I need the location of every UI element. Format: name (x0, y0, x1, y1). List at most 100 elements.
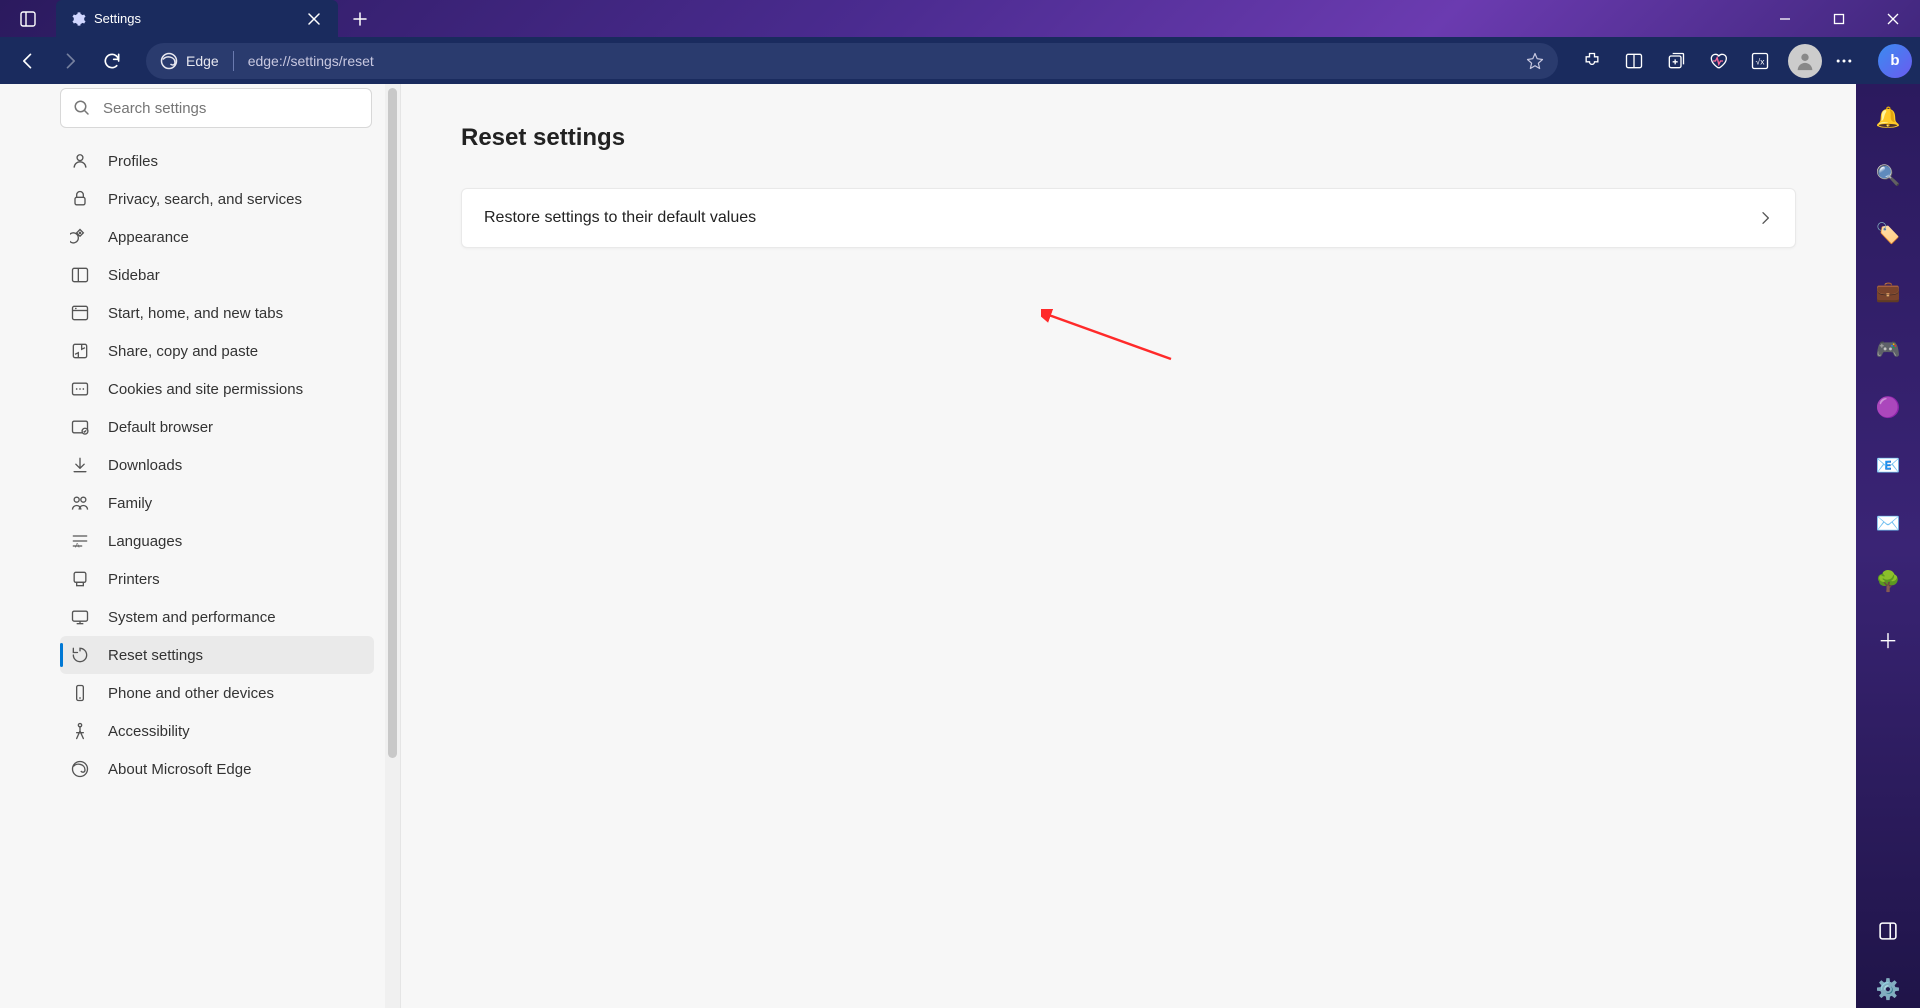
nav-item-label: Cookies and site permissions (108, 381, 303, 398)
settings-search-input[interactable] (103, 100, 359, 117)
sidebar-toggle-icon (1879, 922, 1897, 940)
nav-item-icon (70, 189, 90, 209)
nav-item-icon (70, 303, 90, 323)
annotation-arrow (1041, 309, 1191, 369)
sidebar-e-tree-button[interactable]: 🌳 (1869, 562, 1907, 600)
nav-item-default-browser[interactable]: Default browser (60, 408, 374, 446)
gear-icon: ⚙️ (1876, 977, 1901, 1002)
tab-title: Settings (94, 11, 292, 26)
nav-item-reset-settings[interactable]: Reset settings (60, 636, 374, 674)
person-icon (1794, 50, 1816, 72)
page-heading: Reset settings (461, 124, 1796, 152)
toolbar-right: √x b (1572, 41, 1912, 81)
sidebar-scrollbar-thumb[interactable] (388, 88, 397, 758)
tab-actions-button[interactable] (0, 0, 56, 37)
math-solver-button[interactable]: √x (1740, 41, 1780, 81)
nav-item-label: Appearance (108, 229, 189, 246)
sidebar-search-button[interactable]: 🔍 (1869, 156, 1907, 194)
nav-item-icon (70, 493, 90, 513)
nav-item-printers[interactable]: Printers (60, 560, 374, 598)
plus-icon (353, 12, 367, 26)
edge-logo-icon (160, 52, 178, 70)
refresh-button[interactable] (92, 41, 132, 81)
tag-icon: 🏷️ (1876, 221, 1901, 246)
address-url: edge://settings/reset (248, 53, 374, 69)
extensions-button[interactable] (1572, 41, 1612, 81)
forward-button[interactable] (50, 41, 90, 81)
profile-button[interactable] (1788, 44, 1822, 78)
svg-text:A: A (75, 543, 80, 550)
nav-item-icon (70, 569, 90, 589)
back-button[interactable] (8, 41, 48, 81)
nav-item-start-home-and-new-tabs[interactable]: Start, home, and new tabs (60, 294, 374, 332)
sidebar-scrollbar[interactable] (385, 84, 400, 1008)
nav-item-share-copy-and-paste[interactable]: Share, copy and paste (60, 332, 374, 370)
nav-item-label: Phone and other devices (108, 685, 274, 702)
outlook-icon: 📧 (1876, 453, 1901, 478)
settings-search-box[interactable] (60, 88, 372, 128)
favorite-star-icon[interactable] (1526, 52, 1544, 70)
nav-item-profiles[interactable]: Profiles (60, 142, 374, 180)
nav-item-label: Profiles (108, 153, 158, 170)
nav-item-appearance[interactable]: Appearance (60, 218, 374, 256)
nav-item-icon: A (70, 531, 90, 551)
nav-item-sidebar[interactable]: Sidebar (60, 256, 374, 294)
browser-tab[interactable]: Settings (56, 0, 338, 37)
nav-item-privacy-search-and-services[interactable]: Privacy, search, and services (60, 180, 374, 218)
minimize-button[interactable] (1758, 0, 1812, 37)
nav-item-label: System and performance (108, 609, 276, 626)
copilot-button[interactable]: b (1878, 44, 1912, 78)
nav-item-phone-and-other-devices[interactable]: Phone and other devices (60, 674, 374, 712)
nav-item-languages[interactable]: ALanguages (60, 522, 374, 560)
nav-item-label: Sidebar (108, 267, 160, 284)
nav-item-icon (70, 683, 90, 703)
minimize-icon (1779, 13, 1791, 25)
nav-item-family[interactable]: Family (60, 484, 374, 522)
sidebar-drop-button[interactable]: ✉️ (1869, 504, 1907, 542)
new-tab-button[interactable] (342, 1, 378, 37)
nav-item-icon (70, 455, 90, 475)
sidebar-tools-button[interactable]: 💼 (1869, 272, 1907, 310)
settings-nav: Profiles Privacy, search, and services App… (0, 136, 400, 794)
sidebar-add-button[interactable]: ＋ (1869, 620, 1907, 658)
split-screen-icon (1624, 51, 1644, 71)
nav-item-accessibility[interactable]: Accessibility (60, 712, 374, 750)
nav-item-system-and-performance[interactable]: System and performance (60, 598, 374, 636)
extensions-icon (1582, 51, 1602, 71)
m365-icon: 🟣 (1876, 395, 1901, 420)
collections-button[interactable] (1656, 41, 1696, 81)
nav-item-label: Default browser (108, 419, 213, 436)
sidebar-shopping-button[interactable]: 🏷️ (1869, 214, 1907, 252)
more-horizontal-icon (1834, 51, 1854, 71)
nav-item-icon (70, 721, 90, 741)
close-window-button[interactable] (1866, 0, 1920, 37)
sidebar-settings-button[interactable]: ⚙️ (1869, 970, 1907, 1008)
nav-item-cookies-and-site-permissions[interactable]: Cookies and site permissions (60, 370, 374, 408)
tab-bar: Settings (0, 0, 1920, 37)
nav-item-about-microsoft-edge[interactable]: About Microsoft Edge (60, 750, 374, 788)
sidebar-toggle-button[interactable] (1869, 912, 1907, 950)
browser-essentials-button[interactable] (1698, 41, 1738, 81)
site-identity-chip[interactable]: Edge (160, 52, 219, 70)
maximize-button[interactable] (1812, 0, 1866, 37)
nav-item-label: Privacy, search, and services (108, 191, 302, 208)
forward-arrow-icon (60, 51, 80, 71)
tab-close-button[interactable] (300, 5, 328, 33)
sidebar-m365-button[interactable]: 🟣 (1869, 388, 1907, 426)
address-bar[interactable]: Edge edge://settings/reset (146, 43, 1558, 79)
nav-item-icon (70, 265, 90, 285)
nav-item-icon (70, 759, 90, 779)
tree-icon: 🌳 (1876, 569, 1901, 594)
nav-item-label: Printers (108, 571, 160, 588)
settings-menu-button[interactable] (1824, 41, 1864, 81)
nav-item-downloads[interactable]: Downloads (60, 446, 374, 484)
split-screen-button[interactable] (1614, 41, 1654, 81)
sidebar-outlook-button[interactable]: 📧 (1869, 446, 1907, 484)
sidebar-games-button[interactable]: 🎮 (1869, 330, 1907, 368)
restore-settings-card[interactable]: Restore settings to their default values (461, 188, 1796, 248)
copilot-icon: b (1890, 52, 1899, 69)
sidebar-notifications-button[interactable]: 🔔 (1869, 98, 1907, 136)
refresh-icon (102, 51, 122, 71)
nav-item-icon (70, 341, 90, 361)
settings-main: Reset settings Restore settings to their… (401, 84, 1856, 1008)
